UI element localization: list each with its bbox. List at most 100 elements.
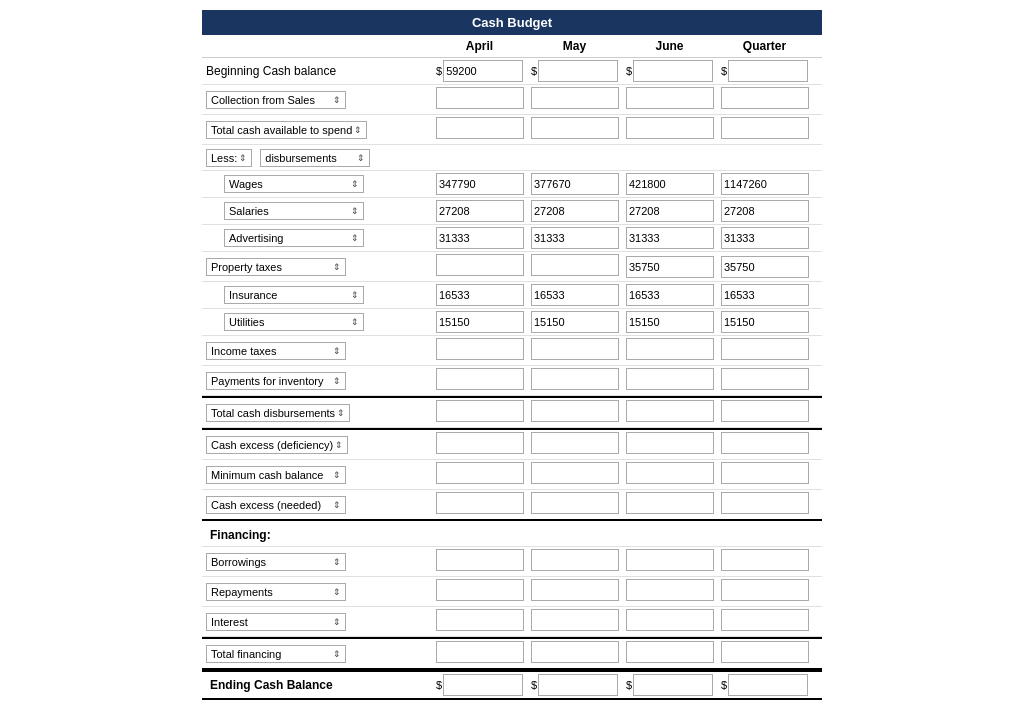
- cash-excess-may-input[interactable]: [531, 432, 619, 454]
- advertising-june-input[interactable]: 31333: [626, 227, 714, 249]
- min-cash-may-input[interactable]: [531, 462, 619, 484]
- cash-excess-june-input[interactable]: [626, 432, 714, 454]
- repayments-quarter-input[interactable]: [721, 579, 809, 601]
- payments-inventory-select[interactable]: Payments for inventory ⇕: [206, 372, 346, 390]
- repayments-june-input[interactable]: [626, 579, 714, 601]
- salaries-april-input[interactable]: 27208: [436, 200, 524, 222]
- wages-april-input[interactable]: 347790: [436, 173, 524, 195]
- cash-excess-select[interactable]: Cash excess (deficiency) ⇕: [206, 436, 348, 454]
- beginning-april-input[interactable]: 59200: [443, 60, 523, 82]
- disbursements-select[interactable]: disbursements ⇕: [260, 149, 370, 167]
- min-cash-quarter-input[interactable]: [721, 462, 809, 484]
- property-may-input[interactable]: [531, 254, 619, 276]
- ending-april-input[interactable]: [443, 674, 523, 696]
- total-fin-may-input[interactable]: [531, 641, 619, 663]
- property-april-input[interactable]: [436, 254, 524, 276]
- interest-may-input[interactable]: [531, 609, 619, 631]
- cash-needed-select[interactable]: Cash excess (needed) ⇕: [206, 496, 346, 514]
- wages-quarter-input[interactable]: 1147260: [721, 173, 809, 195]
- payments-april-input[interactable]: [436, 368, 524, 390]
- cash-needed-april-input[interactable]: [436, 492, 524, 514]
- insurance-april-input[interactable]: 16533: [436, 284, 524, 306]
- beginning-quarter-input[interactable]: [728, 60, 808, 82]
- interest-june-input[interactable]: [626, 609, 714, 631]
- collection-may-input[interactable]: [531, 87, 619, 109]
- repayments-april-input[interactable]: [436, 579, 524, 601]
- total-may-input[interactable]: [531, 117, 619, 139]
- total-cash-available-select[interactable]: Total cash available to spend ⇕: [206, 121, 367, 139]
- advertising-april-input[interactable]: 31333: [436, 227, 524, 249]
- total-disb-quarter-input[interactable]: [721, 400, 809, 422]
- borrowings-april-input[interactable]: [436, 549, 524, 571]
- collection-april-input[interactable]: [436, 87, 524, 109]
- salaries-june-input[interactable]: 27208: [626, 200, 714, 222]
- cash-needed-quarter-input[interactable]: [721, 492, 809, 514]
- advertising-may-input[interactable]: 31333: [531, 227, 619, 249]
- cash-excess-quarter-input[interactable]: [721, 432, 809, 454]
- income-taxes-select[interactable]: Income taxes ⇕: [206, 342, 346, 360]
- total-disb-june-input[interactable]: [626, 400, 714, 422]
- income-june-input[interactable]: [626, 338, 714, 360]
- repayments-select[interactable]: Repayments ⇕: [206, 583, 346, 601]
- total-financing-select[interactable]: Total financing ⇕: [206, 645, 346, 663]
- ending-june-input[interactable]: [633, 674, 713, 696]
- cash-needed-may-input[interactable]: [531, 492, 619, 514]
- wages-may-input[interactable]: 377670: [531, 173, 619, 195]
- total-april-input[interactable]: [436, 117, 524, 139]
- less-select[interactable]: Less: ⇕: [206, 149, 252, 167]
- utilities-june-input[interactable]: 15150: [626, 311, 714, 333]
- collection-quarter-input[interactable]: [721, 87, 809, 109]
- collection-sales-select[interactable]: Collection from Sales ⇕: [206, 91, 346, 109]
- total-disb-april-input[interactable]: [436, 400, 524, 422]
- advertising-select[interactable]: Advertising ⇕: [224, 229, 364, 247]
- total-fin-quarter-input[interactable]: [721, 641, 809, 663]
- salaries-may-input[interactable]: 27208: [531, 200, 619, 222]
- property-june-input[interactable]: 35750: [626, 256, 714, 278]
- utilities-quarter-input[interactable]: 15150: [721, 311, 809, 333]
- wages-select[interactable]: Wages ⇕: [224, 175, 364, 193]
- beginning-may-input[interactable]: [538, 60, 618, 82]
- borrowings-june-input[interactable]: [626, 549, 714, 571]
- ending-quarter-input[interactable]: [728, 674, 808, 696]
- min-cash-june-input[interactable]: [626, 462, 714, 484]
- property-taxes-select[interactable]: Property taxes ⇕: [206, 258, 346, 276]
- salaries-quarter-input[interactable]: 27208: [721, 200, 809, 222]
- interest-quarter-input[interactable]: [721, 609, 809, 631]
- income-may-input[interactable]: [531, 338, 619, 360]
- borrowings-select[interactable]: Borrowings ⇕: [206, 553, 346, 571]
- insurance-june-input[interactable]: 16533: [626, 284, 714, 306]
- total-june-input[interactable]: [626, 117, 714, 139]
- interest-select[interactable]: Interest ⇕: [206, 613, 346, 631]
- payments-may-input[interactable]: [531, 368, 619, 390]
- borrowings-quarter-input[interactable]: [721, 549, 809, 571]
- minimum-cash-select[interactable]: Minimum cash balance ⇕: [206, 466, 346, 484]
- repayments-may-input[interactable]: [531, 579, 619, 601]
- insurance-may-input[interactable]: 16533: [531, 284, 619, 306]
- salaries-select[interactable]: Salaries ⇕: [224, 202, 364, 220]
- ending-may-input[interactable]: [538, 674, 618, 696]
- total-disbursements-select[interactable]: Total cash disbursements ⇕: [206, 404, 350, 422]
- income-april-input[interactable]: [436, 338, 524, 360]
- advertising-quarter-input[interactable]: 31333: [721, 227, 809, 249]
- payments-june-input[interactable]: [626, 368, 714, 390]
- utilities-april-input[interactable]: 15150: [436, 311, 524, 333]
- utilities-may-input[interactable]: 15150: [531, 311, 619, 333]
- utilities-select[interactable]: Utilities ⇕: [224, 313, 364, 331]
- total-quarter-input[interactable]: [721, 117, 809, 139]
- collection-june-input[interactable]: [626, 87, 714, 109]
- min-cash-april-input[interactable]: [436, 462, 524, 484]
- insurance-quarter-input[interactable]: 16533: [721, 284, 809, 306]
- borrowings-may-input[interactable]: [531, 549, 619, 571]
- total-fin-june-input[interactable]: [626, 641, 714, 663]
- cash-excess-april-input[interactable]: [436, 432, 524, 454]
- income-quarter-input[interactable]: [721, 338, 809, 360]
- insurance-select[interactable]: Insurance ⇕: [224, 286, 364, 304]
- wages-june-input[interactable]: 421800: [626, 173, 714, 195]
- cash-needed-june-input[interactable]: [626, 492, 714, 514]
- total-fin-april-input[interactable]: [436, 641, 524, 663]
- interest-april-input[interactable]: [436, 609, 524, 631]
- beginning-june-input[interactable]: [633, 60, 713, 82]
- total-disb-may-input[interactable]: [531, 400, 619, 422]
- payments-quarter-input[interactable]: [721, 368, 809, 390]
- property-quarter-input[interactable]: 35750: [721, 256, 809, 278]
